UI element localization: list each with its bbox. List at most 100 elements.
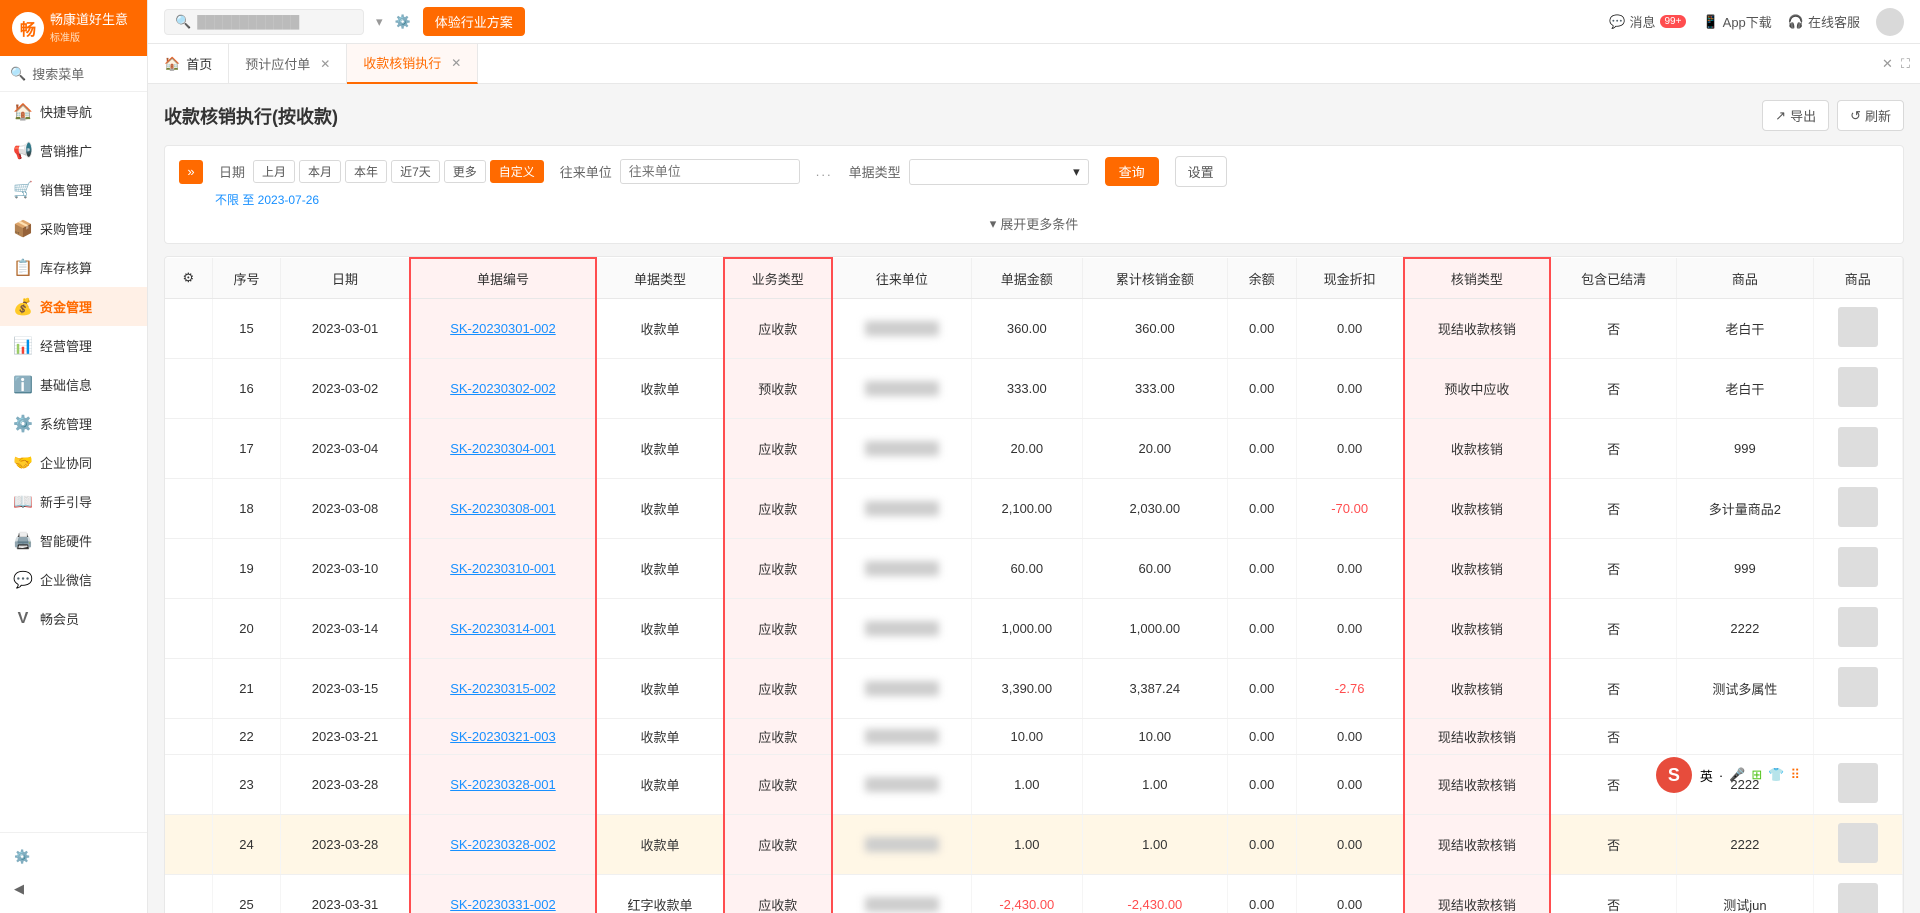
cell-amount: 10.00 <box>971 719 1082 755</box>
date-btn-custom[interactable]: 自定义 <box>490 160 544 183</box>
tab-verify-close[interactable]: ✕ <box>451 56 461 70</box>
cell-doc-no[interactable]: SK-20230301-002 <box>410 299 597 359</box>
support-btn[interactable]: 🎧 在线客服 <box>1788 12 1860 31</box>
col-settings[interactable]: ⚙ <box>165 258 212 299</box>
maximize-icon[interactable]: ⛶ <box>1901 56 1910 72</box>
sidebar-item-marketing[interactable]: 📢 营销推广 <box>0 131 147 170</box>
hardware-icon: 🖨️ <box>14 532 32 550</box>
cell-settings <box>165 359 212 419</box>
sidebar-item-purchase[interactable]: 📦 采购管理 <box>0 209 147 248</box>
headset-icon: 🎧 <box>1788 14 1804 30</box>
sidebar-item-hardware[interactable]: 🖨️ 智能硬件 <box>0 521 147 560</box>
cell-amount: 2,100.00 <box>971 479 1082 539</box>
search-menu-label: 搜索菜单 <box>32 64 84 83</box>
cell-verify-type: 现结收款核销 <box>1404 719 1550 755</box>
sidebar-item-enterprise[interactable]: 🤝 企业协同 <box>0 443 147 482</box>
cell-doc-no[interactable]: SK-20230315-002 <box>410 659 597 719</box>
cell-verified-total: 1.00 <box>1082 755 1227 815</box>
cell-doc-no[interactable]: SK-20230331-002 <box>410 875 597 913</box>
date-btn-7days[interactable]: 近7天 <box>391 160 440 183</box>
refresh-label: 刷新 <box>1865 106 1891 125</box>
cell-biz-type: 应收款 <box>724 299 832 359</box>
export-btn[interactable]: ↗ 导出 <box>1762 100 1829 131</box>
sidebar-collapse[interactable]: ◀ <box>0 873 147 905</box>
gear-icon[interactable]: ⚙️ <box>395 14 411 30</box>
cell-partner: ████████ <box>832 659 971 719</box>
guide-icon: 📖 <box>14 493 32 511</box>
col-verify-type: 核销类型 <box>1404 258 1550 299</box>
tab-payable-close[interactable]: ✕ <box>320 57 330 71</box>
cell-balance: 0.00 <box>1227 875 1296 913</box>
cell-goods1: 老白干 <box>1677 359 1813 419</box>
table-row: 16 2023-03-02 SK-20230302-002 收款单 预收款 ██… <box>165 359 1903 419</box>
sidebar-menu: 🏠 快捷导航 📢 营销推广 🛒 销售管理 📦 采购管理 📋 库存核算 💰 资金管… <box>0 92 147 832</box>
col-partner: 往来单位 <box>832 258 971 299</box>
sidebar-settings[interactable]: ⚙️ <box>0 841 147 873</box>
cell-verified-total: 10.00 <box>1082 719 1227 755</box>
sidebar-item-label: 企业协同 <box>40 453 92 472</box>
tab-payable[interactable]: 预计应付单 ✕ <box>229 44 347 84</box>
date-btn-this-month[interactable]: 本月 <box>299 160 341 183</box>
logo-icon: 畅 <box>12 12 44 44</box>
refresh-btn[interactable]: ↺ 刷新 <box>1837 100 1904 131</box>
cell-doc-no[interactable]: SK-20230310-001 <box>410 539 597 599</box>
sidebar-item-label: 采购管理 <box>40 219 92 238</box>
sidebar-item-label: 资金管理 <box>40 297 92 316</box>
tab-home[interactable]: 🏠 首页 <box>148 44 229 84</box>
filter-collapse-btn[interactable]: » <box>179 160 203 184</box>
cell-verify-type: 现结收款核销 <box>1404 815 1550 875</box>
cell-doc-no[interactable]: SK-20230308-001 <box>410 479 597 539</box>
sidebar-item-inventory[interactable]: 📋 库存核算 <box>0 248 147 287</box>
sidebar-item-label: 营销推广 <box>40 141 92 160</box>
expand-conditions-btn[interactable]: ▾ 展开更多条件 <box>179 214 1889 233</box>
cell-balance: 0.00 <box>1227 359 1296 419</box>
tab-verify[interactable]: 收款核销执行 ✕ <box>347 44 478 84</box>
receipt-type-select[interactable]: ▾ <box>909 159 1089 185</box>
cell-verified-total: -2,430.00 <box>1082 875 1227 913</box>
partner-label: 往来单位 <box>560 162 612 181</box>
close-icon[interactable]: ✕ <box>1882 56 1893 72</box>
sidebar-item-member[interactable]: V 畅会员 <box>0 599 147 638</box>
logo-subtitle: 标准版 <box>50 29 128 44</box>
user-avatar[interactable] <box>1876 8 1904 36</box>
cell-amount: 333.00 <box>971 359 1082 419</box>
sidebar-item-guide[interactable]: 📖 新手引导 <box>0 482 147 521</box>
cell-doc-no[interactable]: SK-20230328-002 <box>410 815 597 875</box>
query-btn[interactable]: 查询 <box>1105 157 1159 186</box>
cell-goods2 <box>1813 815 1902 875</box>
cell-doc-no[interactable]: SK-20230314-001 <box>410 599 597 659</box>
dropdown-arrow-icon[interactable]: ▾ <box>376 14 383 30</box>
cell-verify-type: 收款核销 <box>1404 479 1550 539</box>
cell-balance: 0.00 <box>1227 755 1296 815</box>
sidebar-item-capital[interactable]: 💰 资金管理 <box>0 287 147 326</box>
date-btn-this-year[interactable]: 本年 <box>345 160 387 183</box>
cell-date: 2023-03-08 <box>281 479 410 539</box>
cell-partner: ████████ <box>832 755 971 815</box>
app-download-btn[interactable]: 📱 App下载 <box>1702 12 1771 31</box>
cell-doc-no[interactable]: SK-20230328-001 <box>410 755 597 815</box>
partner-input[interactable] <box>620 159 800 184</box>
settings-btn[interactable]: 设置 <box>1175 156 1227 187</box>
basic-icon: ℹ️ <box>14 376 32 394</box>
sidebar-item-basic[interactable]: ℹ️ 基础信息 <box>0 365 147 404</box>
tab-payable-label: 预计应付单 <box>245 54 310 73</box>
select-arrow-icon: ▾ <box>1073 164 1080 180</box>
date-btn-last-month[interactable]: 上月 <box>253 160 295 183</box>
receipt-type-filter-group: 单据类型 ▾ <box>849 159 1089 185</box>
cell-biz-type: 应收款 <box>724 719 832 755</box>
cell-doc-no[interactable]: SK-20230304-001 <box>410 419 597 479</box>
sidebar-item-operations[interactable]: 📊 经营管理 <box>0 326 147 365</box>
sidebar-item-quicknav[interactable]: 🏠 快捷导航 <box>0 92 147 131</box>
sidebar-item-sales[interactable]: 🛒 销售管理 <box>0 170 147 209</box>
cell-include-settled: 否 <box>1550 419 1677 479</box>
cell-doc-no[interactable]: SK-20230302-002 <box>410 359 597 419</box>
sidebar-item-system[interactable]: ⚙️ 系统管理 <box>0 404 147 443</box>
messages-btn[interactable]: 💬 消息 99+ <box>1609 12 1686 31</box>
date-btn-more[interactable]: 更多 <box>444 160 486 183</box>
sidebar-item-wechat[interactable]: 💬 企业微信 <box>0 560 147 599</box>
industry-btn[interactable]: 体验行业方案 <box>423 7 525 36</box>
search-menu-item[interactable]: 🔍 搜索菜单 <box>0 56 147 92</box>
topbar-search[interactable]: 🔍 ████████████ <box>164 9 364 35</box>
col-biz-type: 业务类型 <box>724 258 832 299</box>
cell-doc-no[interactable]: SK-20230321-003 <box>410 719 597 755</box>
